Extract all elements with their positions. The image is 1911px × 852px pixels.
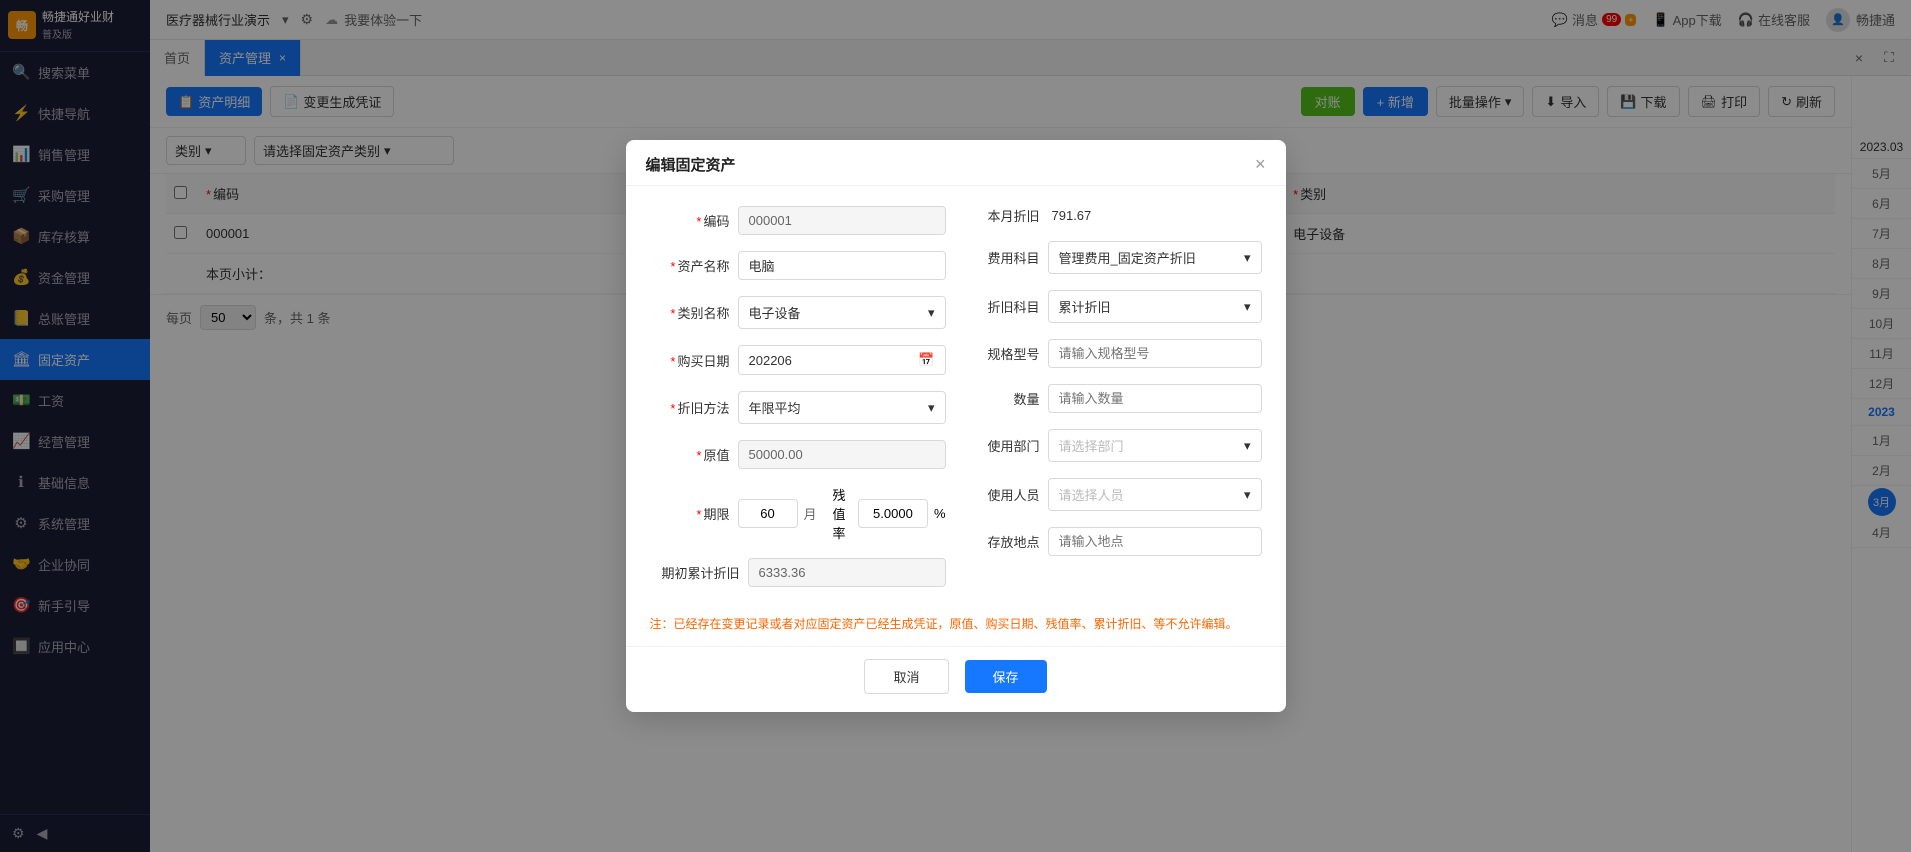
form-row-quantity: 数量 [970,384,1262,413]
form-row-period-dep: 期初累计折旧 [650,558,946,587]
person-arrow: ▾ [1244,487,1251,503]
form-row-dep-method: *折旧方法 年限平均 ▾ [650,391,946,424]
location-label: 存放地点 [970,532,1040,551]
purchase-date-input[interactable]: 202206 📅 [738,345,946,375]
form-row-dept: 使用部门 请选择部门 ▾ [970,429,1262,462]
residual-rate-unit: % [934,506,946,521]
form-row-original-value: *原值 [650,440,946,469]
edit-fixed-asset-dialog: 编辑固定资产 × *编码 *资产名称 [626,140,1286,712]
form-row-code: *编码 [650,206,946,235]
person-label: 使用人员 [970,485,1040,504]
original-value-label: *原值 [650,445,730,464]
category-label: *类别名称 [650,303,730,322]
period-unit: 月 [804,504,817,523]
dialog-left-col: *编码 *资产名称 *类别名称 电子设备 [650,206,946,587]
expense-subject-arrow: ▾ [1244,250,1251,266]
dep-method-arrow: ▾ [928,400,935,416]
form-row-person: 使用人员 请选择人员 ▾ [970,478,1262,511]
period-dep-input[interactable] [748,558,946,587]
quantity-label: 数量 [970,389,1040,408]
form-row-period: *期限 月 残值率 % [650,485,946,542]
dep-subject-label: 折旧科目 [970,297,1040,316]
spec-input[interactable] [1048,339,1262,368]
form-row-expense-subject: 费用科目 管理费用_固定资产折旧 ▾ [970,241,1262,274]
period-dep-label: 期初累计折旧 [650,563,740,582]
dialog-note: 注：已经存在变更记录或者对应固定资产已经生成凭证，原值、购买日期、残值率、累计折… [626,607,1286,646]
dialog-body: *编码 *资产名称 *类别名称 电子设备 [626,186,1286,607]
calendar-icon: 📅 [918,352,934,368]
dialog-right-col: 本月折旧 791.67 费用科目 管理费用_固定资产折旧 ▾ [970,206,1262,587]
residual-rate-group: 残值率 % [833,485,946,542]
period-label: *期限 [650,504,730,523]
dialog-overlay: 编辑固定资产 × *编码 *资产名称 [0,0,1911,852]
period-input[interactable] [738,499,798,528]
expense-subject-label: 费用科目 [970,248,1040,267]
dept-arrow: ▾ [1244,438,1251,454]
code-label: *编码 [650,211,730,230]
period-group: 月 [738,499,817,528]
asset-name-input[interactable] [738,251,946,280]
save-button[interactable]: 保存 [965,660,1047,693]
form-row-monthly-dep: 本月折旧 791.67 [970,206,1262,225]
dialog-header: 编辑固定资产 × [626,140,1286,186]
category-select[interactable]: 电子设备 ▾ [738,296,946,329]
form-row-purchase-date: *购买日期 202206 📅 [650,345,946,375]
dialog-title: 编辑固定资产 [646,154,736,175]
location-input[interactable] [1048,527,1262,556]
spec-label: 规格型号 [970,344,1040,363]
dep-subject-arrow: ▾ [1244,299,1251,315]
purchase-date-label: *购买日期 [650,351,730,370]
residual-rate-label: 残值率 [833,485,852,542]
form-row-category: *类别名称 电子设备 ▾ [650,296,946,329]
dep-method-select[interactable]: 年限平均 ▾ [738,391,946,424]
monthly-dep-label: 本月折旧 [970,206,1040,225]
form-row-asset-name: *资产名称 [650,251,946,280]
category-select-arrow: ▾ [928,305,935,321]
dialog-footer: 取消 保存 [626,646,1286,712]
person-select[interactable]: 请选择人员 ▾ [1048,478,1262,511]
form-row-dep-subject: 折旧科目 累计折旧 ▾ [970,290,1262,323]
asset-name-label: *资产名称 [650,256,730,275]
dep-subject-select[interactable]: 累计折旧 ▾ [1048,290,1262,323]
dep-method-label: *折旧方法 [650,398,730,417]
residual-rate-input[interactable] [858,499,928,528]
dialog-close-button[interactable]: × [1255,154,1266,175]
original-value-input[interactable] [738,440,946,469]
dept-select[interactable]: 请选择部门 ▾ [1048,429,1262,462]
quantity-input[interactable] [1048,384,1262,413]
code-input[interactable] [738,206,946,235]
cancel-button[interactable]: 取消 [864,659,948,694]
form-row-location: 存放地点 [970,527,1262,556]
dept-label: 使用部门 [970,436,1040,455]
expense-subject-select[interactable]: 管理费用_固定资产折旧 ▾ [1048,241,1262,274]
form-row-spec: 规格型号 [970,339,1262,368]
monthly-dep-value: 791.67 [1048,208,1092,223]
